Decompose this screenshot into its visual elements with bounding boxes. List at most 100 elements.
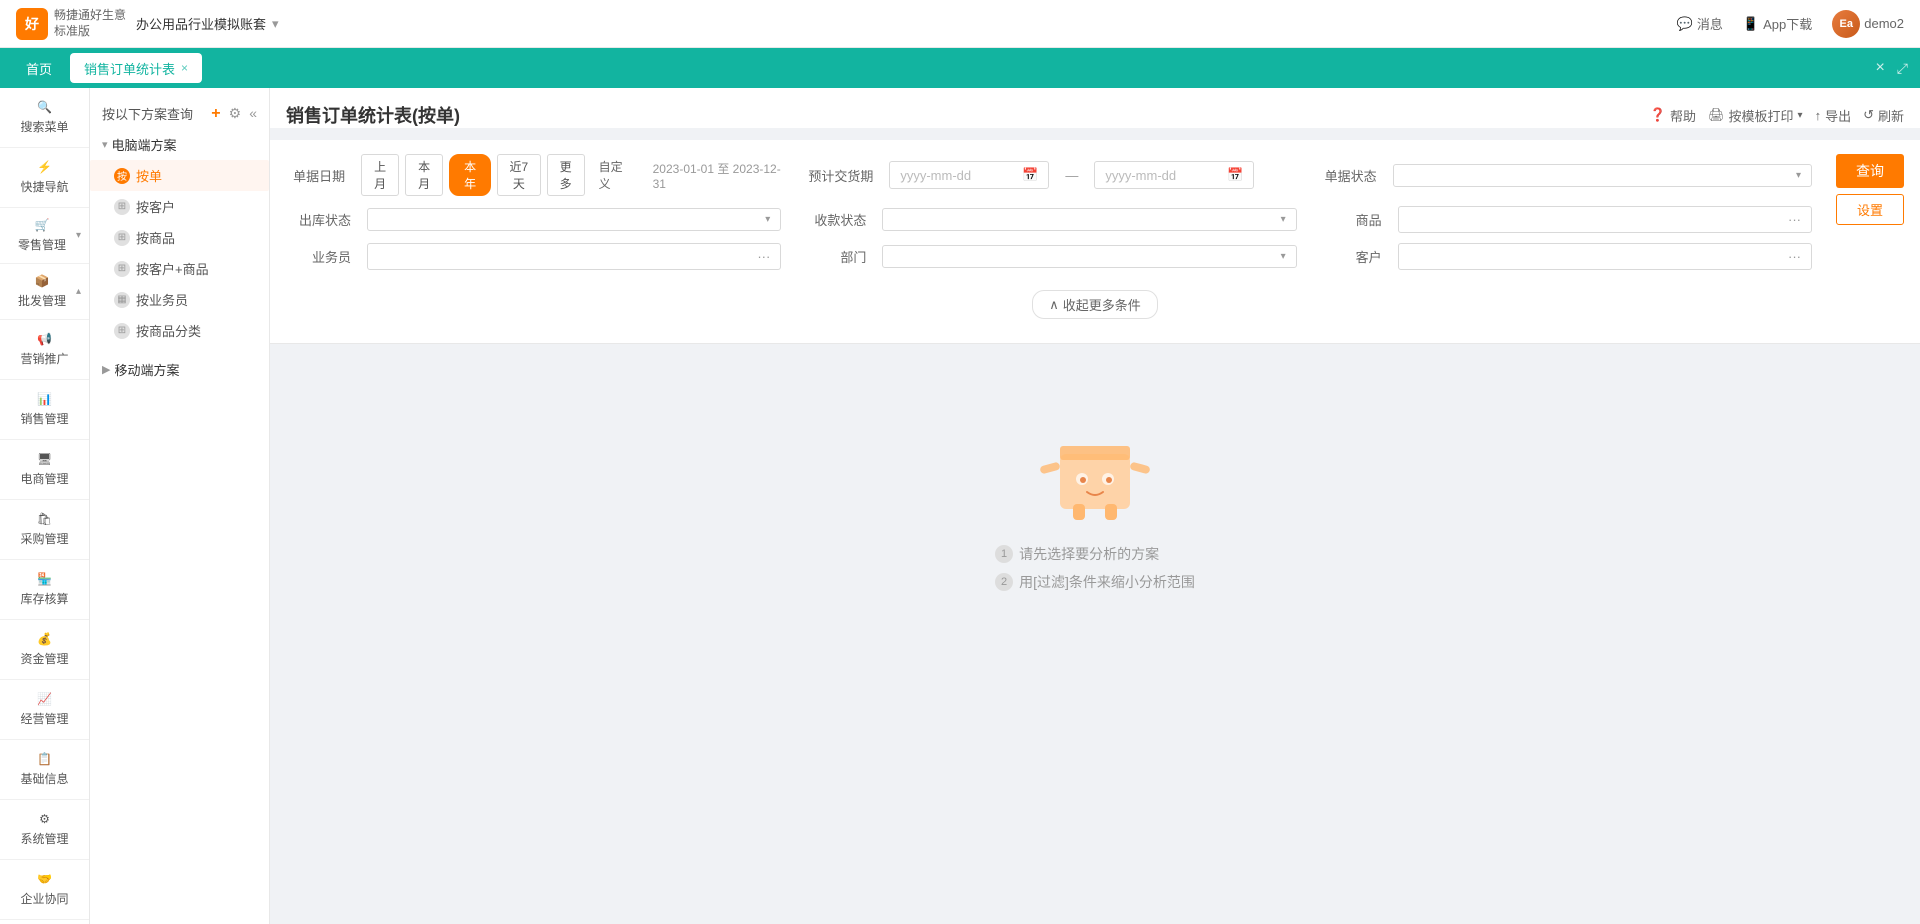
delivery-status-label: 出库状态	[286, 210, 351, 229]
logo-area: 好 畅捷通好生意 标准版	[16, 8, 126, 40]
sidebar-item-enterprise[interactable]: 🤝 企业协同	[0, 860, 89, 920]
scheme-category-mobile[interactable]: ▶ 移动端方案	[90, 354, 269, 385]
shortcut-this-month[interactable]: 本月	[405, 154, 443, 196]
purchase-icon: 🛍	[37, 512, 52, 526]
calendar-icon-end: 📅	[1227, 167, 1243, 183]
close-tab-icon[interactable]: ×	[181, 61, 188, 75]
page-title-bar: 销售订单统计表(按单) ❓ 帮助 🖨 按模板打印 ▾ ↑ 导出 ↺ 刷新	[270, 88, 1920, 128]
delivery-status-select[interactable]: ▾	[367, 208, 781, 231]
basic-info-icon: 📋	[37, 752, 52, 766]
sidebar-item-marketing[interactable]: 📢 营销推广	[0, 320, 89, 380]
sidebar-item-ecom[interactable]: 🖥 电商管理	[0, 440, 89, 500]
print-icon: 🖨	[1708, 107, 1725, 123]
quick-nav-icon: ⚡	[37, 160, 52, 174]
salesperson-group: 业务员 ···	[286, 243, 781, 270]
finance-icon: 💰	[37, 632, 52, 646]
sidebar-item-retail[interactable]: 🛒 零售管理 ▾	[0, 208, 89, 264]
shortcut-more[interactable]: 更多	[547, 154, 585, 196]
enterprise-icon: 🤝	[37, 872, 52, 886]
sidebar-item-finance[interactable]: 💰 资金管理	[0, 620, 89, 680]
delivery-status-chevron-icon: ▾	[765, 214, 770, 225]
shortcut-last-month[interactable]: 上月	[361, 154, 399, 196]
empty-tips: 1 请先选择要分析的方案 2 用[过滤]条件来缩小分析范围	[995, 544, 1195, 600]
app-download-button[interactable]: 📱 App下载	[1743, 14, 1812, 33]
scheme-category-header-mobile: ▶ 移动端方案	[102, 360, 257, 379]
sidebar-item-system[interactable]: ⚙ 系统管理	[0, 800, 89, 860]
customer-group: 客户 ···	[1317, 243, 1812, 270]
query-button[interactable]: 查询	[1836, 154, 1904, 188]
tab-home[interactable]: 首页	[12, 53, 66, 83]
status-chevron-icon: ▾	[1796, 170, 1801, 181]
add-scheme-icon[interactable]: +	[211, 105, 220, 123]
breadcrumb-area: 办公用品行业模拟账套 ▾	[136, 14, 279, 33]
messages-button[interactable]: 💬 消息	[1677, 14, 1723, 33]
collapse-button[interactable]: ∧ 收起更多条件	[1032, 290, 1158, 319]
date-range-text: 2023-01-01 至 2023-12-31	[653, 160, 782, 191]
help-button[interactable]: ❓ 帮助	[1650, 106, 1696, 125]
delivery-date-end[interactable]: yyyy-mm-dd 📅	[1094, 161, 1254, 189]
scheme-grid-icon-3: ⊞	[114, 323, 130, 339]
sidebar-item-wholesale[interactable]: 📦 批发管理 ▴	[0, 264, 89, 320]
shortcut-this-year[interactable]: 本年	[449, 154, 491, 196]
maximize-icon[interactable]: ⤢	[1897, 60, 1908, 77]
shortcut-custom[interactable]: 自定义	[591, 155, 637, 195]
department-group: 部门 ▾	[801, 245, 1296, 268]
payment-status-select[interactable]: ▾	[882, 208, 1296, 231]
sidebar-item-operations[interactable]: 📈 经营管理	[0, 680, 89, 740]
sidebar-item-purchase[interactable]: 🛍 采购管理	[0, 500, 89, 560]
product-label: 商品	[1317, 210, 1382, 229]
breadcrumb-text: 办公用品行业模拟账套	[136, 14, 266, 33]
breadcrumb-dropdown-icon[interactable]: ▾	[272, 16, 279, 32]
product-dots-icon: ···	[1788, 212, 1801, 227]
product-select[interactable]: ···	[1398, 206, 1812, 233]
settings-scheme-icon[interactable]: ⚙	[229, 105, 242, 123]
scheme-item-by-product[interactable]: ⊞ 按商品	[90, 222, 269, 253]
retail-icon: 🛒	[35, 218, 50, 232]
status-field-group: 单据状态 ▾	[1317, 164, 1812, 187]
sidebar-item-search-menu[interactable]: 🔍 搜索菜单	[0, 88, 89, 148]
scheme-bar-icon: ▦	[114, 292, 130, 308]
sidebar-item-new-guide[interactable]: 🎯 新手引导	[0, 920, 89, 924]
empty-svg-icon	[1035, 404, 1155, 524]
settings-button[interactable]: 设置	[1836, 194, 1904, 225]
tab-actions: × ⤢	[1875, 59, 1908, 77]
date-separator: —	[1057, 168, 1086, 183]
status-select[interactable]: ▾	[1393, 164, 1812, 187]
wholesale-icon: 📦	[35, 274, 50, 288]
scheme-grid-icon-0: ⊞	[114, 199, 130, 215]
scheme-item-by-product-category[interactable]: ⊞ 按商品分类	[90, 315, 269, 346]
scheme-item-by-order[interactable]: 按 按单	[90, 160, 269, 191]
user-profile-button[interactable]: Ea demo2	[1832, 10, 1904, 38]
operations-icon: 📈	[37, 692, 52, 706]
department-select[interactable]: ▾	[882, 245, 1296, 268]
scheme-item-by-customer[interactable]: ⊞ 按客户	[90, 191, 269, 222]
template-print-button[interactable]: 🖨 按模板打印 ▾	[1708, 106, 1803, 125]
status-label: 单据状态	[1317, 166, 1377, 185]
customer-dots-icon: ···	[1788, 249, 1801, 264]
shortcut-7days[interactable]: 近7天	[497, 154, 541, 196]
scheme-item-by-salesperson[interactable]: ▦ 按业务员	[90, 284, 269, 315]
export-button[interactable]: ↑ 导出	[1815, 106, 1852, 125]
retail-arrow-icon: ▾	[76, 230, 81, 241]
salesperson-select[interactable]: ···	[367, 243, 781, 270]
empty-illustration	[1035, 404, 1155, 524]
inventory-icon: 🏪	[37, 572, 52, 586]
date-placeholder-start: yyyy-mm-dd	[900, 168, 1016, 183]
scheme-item-by-customer-product[interactable]: ⊞ 按客户+商品	[90, 253, 269, 284]
mobile-category-arrow-icon: ▶	[102, 363, 110, 376]
top-bar-right: 💬 消息 📱 App下载 Ea demo2	[1677, 10, 1904, 38]
sidebar-item-basic-info[interactable]: 📋 基础信息	[0, 740, 89, 800]
sidebar-item-sales[interactable]: 📊 销售管理	[0, 380, 89, 440]
scheme-panel-title: 按以下方案查询	[102, 104, 193, 123]
delivery-date-start[interactable]: yyyy-mm-dd 📅	[889, 161, 1049, 189]
collapse-icon: ∧	[1049, 297, 1059, 313]
sidebar-item-quick-nav[interactable]: ⚡ 快捷导航	[0, 148, 89, 208]
scheme-category-pc[interactable]: ▾ 电脑端方案	[90, 129, 269, 160]
main-layout: 🔍 搜索菜单 ⚡ 快捷导航 🛒 零售管理 ▾ 📦 批发管理 ▴ 📢 营销推广	[0, 88, 1920, 924]
collapse-scheme-icon[interactable]: «	[249, 105, 257, 123]
close-window-icon[interactable]: ×	[1875, 59, 1884, 77]
sidebar-item-inventory[interactable]: 🏪 库存核算	[0, 560, 89, 620]
refresh-button[interactable]: ↺ 刷新	[1863, 106, 1904, 125]
tab-sales-order-stats[interactable]: 销售订单统计表 ×	[70, 53, 202, 83]
customer-select[interactable]: ···	[1398, 243, 1812, 270]
